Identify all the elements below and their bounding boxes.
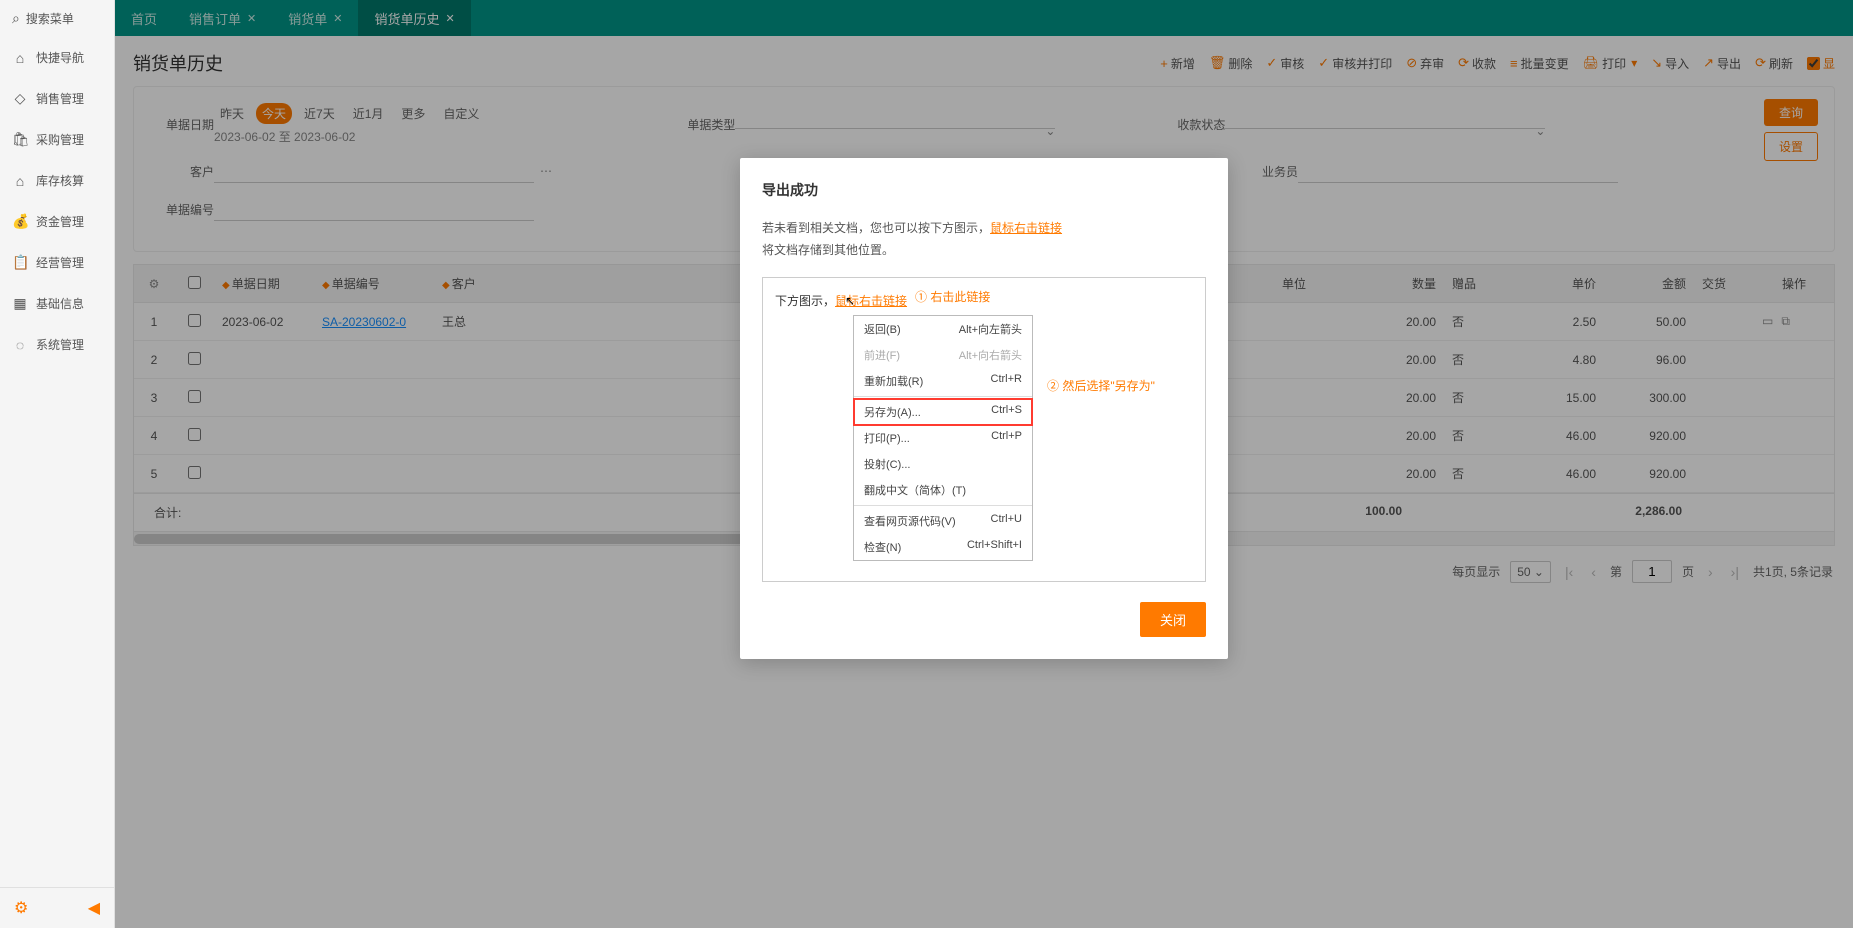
sidebar-icon: ◌ — [12, 337, 28, 353]
modal-close-button[interactable]: 关闭 — [1140, 602, 1206, 637]
sidebar-icon: ⌂ — [12, 173, 28, 189]
ctx-item-8: 检查(N)Ctrl+Shift+I — [854, 534, 1032, 560]
sidebar-icon: ⌂ — [12, 50, 28, 66]
sidebar-label: 资金管理 — [36, 213, 84, 230]
sidebar-item-5[interactable]: 📋 经营管理 — [0, 242, 114, 283]
sidebar-label: 系统管理 — [36, 336, 84, 353]
cursor-icon: ↖ — [845, 294, 855, 308]
sidebar-label: 销售管理 — [36, 90, 84, 107]
sidebar-label: 快捷导航 — [36, 49, 84, 66]
main-area: 首页销售订单✕销货单✕销货单历史✕ 销货单历史 +新增 🗑删除 ✓审核 ✓审核并… — [115, 0, 1853, 928]
modal-title: 导出成功 — [762, 180, 1206, 200]
sidebar-icon: 🛍 — [12, 131, 28, 148]
sidebar-item-6[interactable]: ▦ 基础信息 — [0, 283, 114, 324]
sidebar-label: 库存核算 — [36, 172, 84, 189]
sidebar-label: 经营管理 — [36, 254, 84, 271]
modal-overlay[interactable]: 导出成功 若未看到相关文档，您也可以按下方图示，鼠标右击链接 将文档存储到其他位… — [115, 0, 1853, 928]
sidebar-footer: ⚙ ◀ — [0, 887, 114, 928]
guide-box: 下方图示，鼠标右击链接 ↖ ① 右击此链接 返回(B)Alt+向左箭头前进(F)… — [762, 277, 1206, 582]
sidebar-item-1[interactable]: ◇ 销售管理 — [0, 78, 114, 119]
ctx-item-3: 另存为(A)...Ctrl+S — [854, 399, 1032, 425]
ctx-item-1: 前进(F)Alt+向右箭头 — [854, 342, 1032, 368]
ctx-item-7: 查看网页源代码(V)Ctrl+U — [854, 508, 1032, 534]
ctx-item-6: 翻成中文（简体）(T) — [854, 477, 1032, 503]
search-icon: ⌕ — [12, 10, 20, 27]
sidebar-item-7[interactable]: ◌ 系统管理 — [0, 324, 114, 365]
export-success-modal: 导出成功 若未看到相关文档，您也可以按下方图示，鼠标右击链接 将文档存储到其他位… — [740, 158, 1228, 659]
sidebar-icon: ▦ — [12, 295, 28, 312]
sidebar-item-0[interactable]: ⌂ 快捷导航 — [0, 37, 114, 78]
sidebar-icon: 💰 — [12, 213, 28, 230]
sidebar-icon: ◇ — [12, 90, 28, 107]
sidebar-icon: 📋 — [12, 254, 28, 271]
sidebar-label: 基础信息 — [36, 295, 84, 312]
annotation-2: ② 然后选择"另存为" — [1047, 377, 1155, 394]
sidebar-item-4[interactable]: 💰 资金管理 — [0, 201, 114, 242]
modal-right-click-link[interactable]: 鼠标右击链接 — [990, 221, 1062, 235]
modal-text: 若未看到相关文档，您也可以按下方图示，鼠标右击链接 将文档存储到其他位置。 — [762, 218, 1206, 261]
collapse-icon[interactable]: ◀ — [88, 898, 100, 918]
sidebar: ⌕ 搜索菜单 ⌂ 快捷导航 ◇ 销售管理 🛍 采购管理 ⌂ 库存核算 💰 资金管理 📋 经营管理 ▦ 基础… — [0, 0, 115, 928]
sidebar-item-2[interactable]: 🛍 采购管理 — [0, 119, 114, 160]
ctx-item-0: 返回(B)Alt+向左箭头 — [854, 316, 1032, 342]
sidebar-label: 采购管理 — [36, 131, 84, 148]
sidebar-search[interactable]: ⌕ 搜索菜单 — [0, 0, 114, 37]
ctx-item-5: 投射(C)... — [854, 451, 1032, 477]
sidebar-search-label: 搜索菜单 — [26, 10, 74, 27]
context-menu: 返回(B)Alt+向左箭头前进(F)Alt+向右箭头重新加载(R)Ctrl+R 另… — [853, 315, 1033, 561]
annotation-1: ① 右击此链接 — [915, 288, 990, 305]
sidebar-item-3[interactable]: ⌂ 库存核算 — [0, 160, 114, 201]
ctx-item-2: 重新加载(R)Ctrl+R — [854, 368, 1032, 394]
ctx-item-4: 打印(P)...Ctrl+P — [854, 425, 1032, 451]
settings-icon[interactable]: ⚙ — [14, 898, 28, 918]
